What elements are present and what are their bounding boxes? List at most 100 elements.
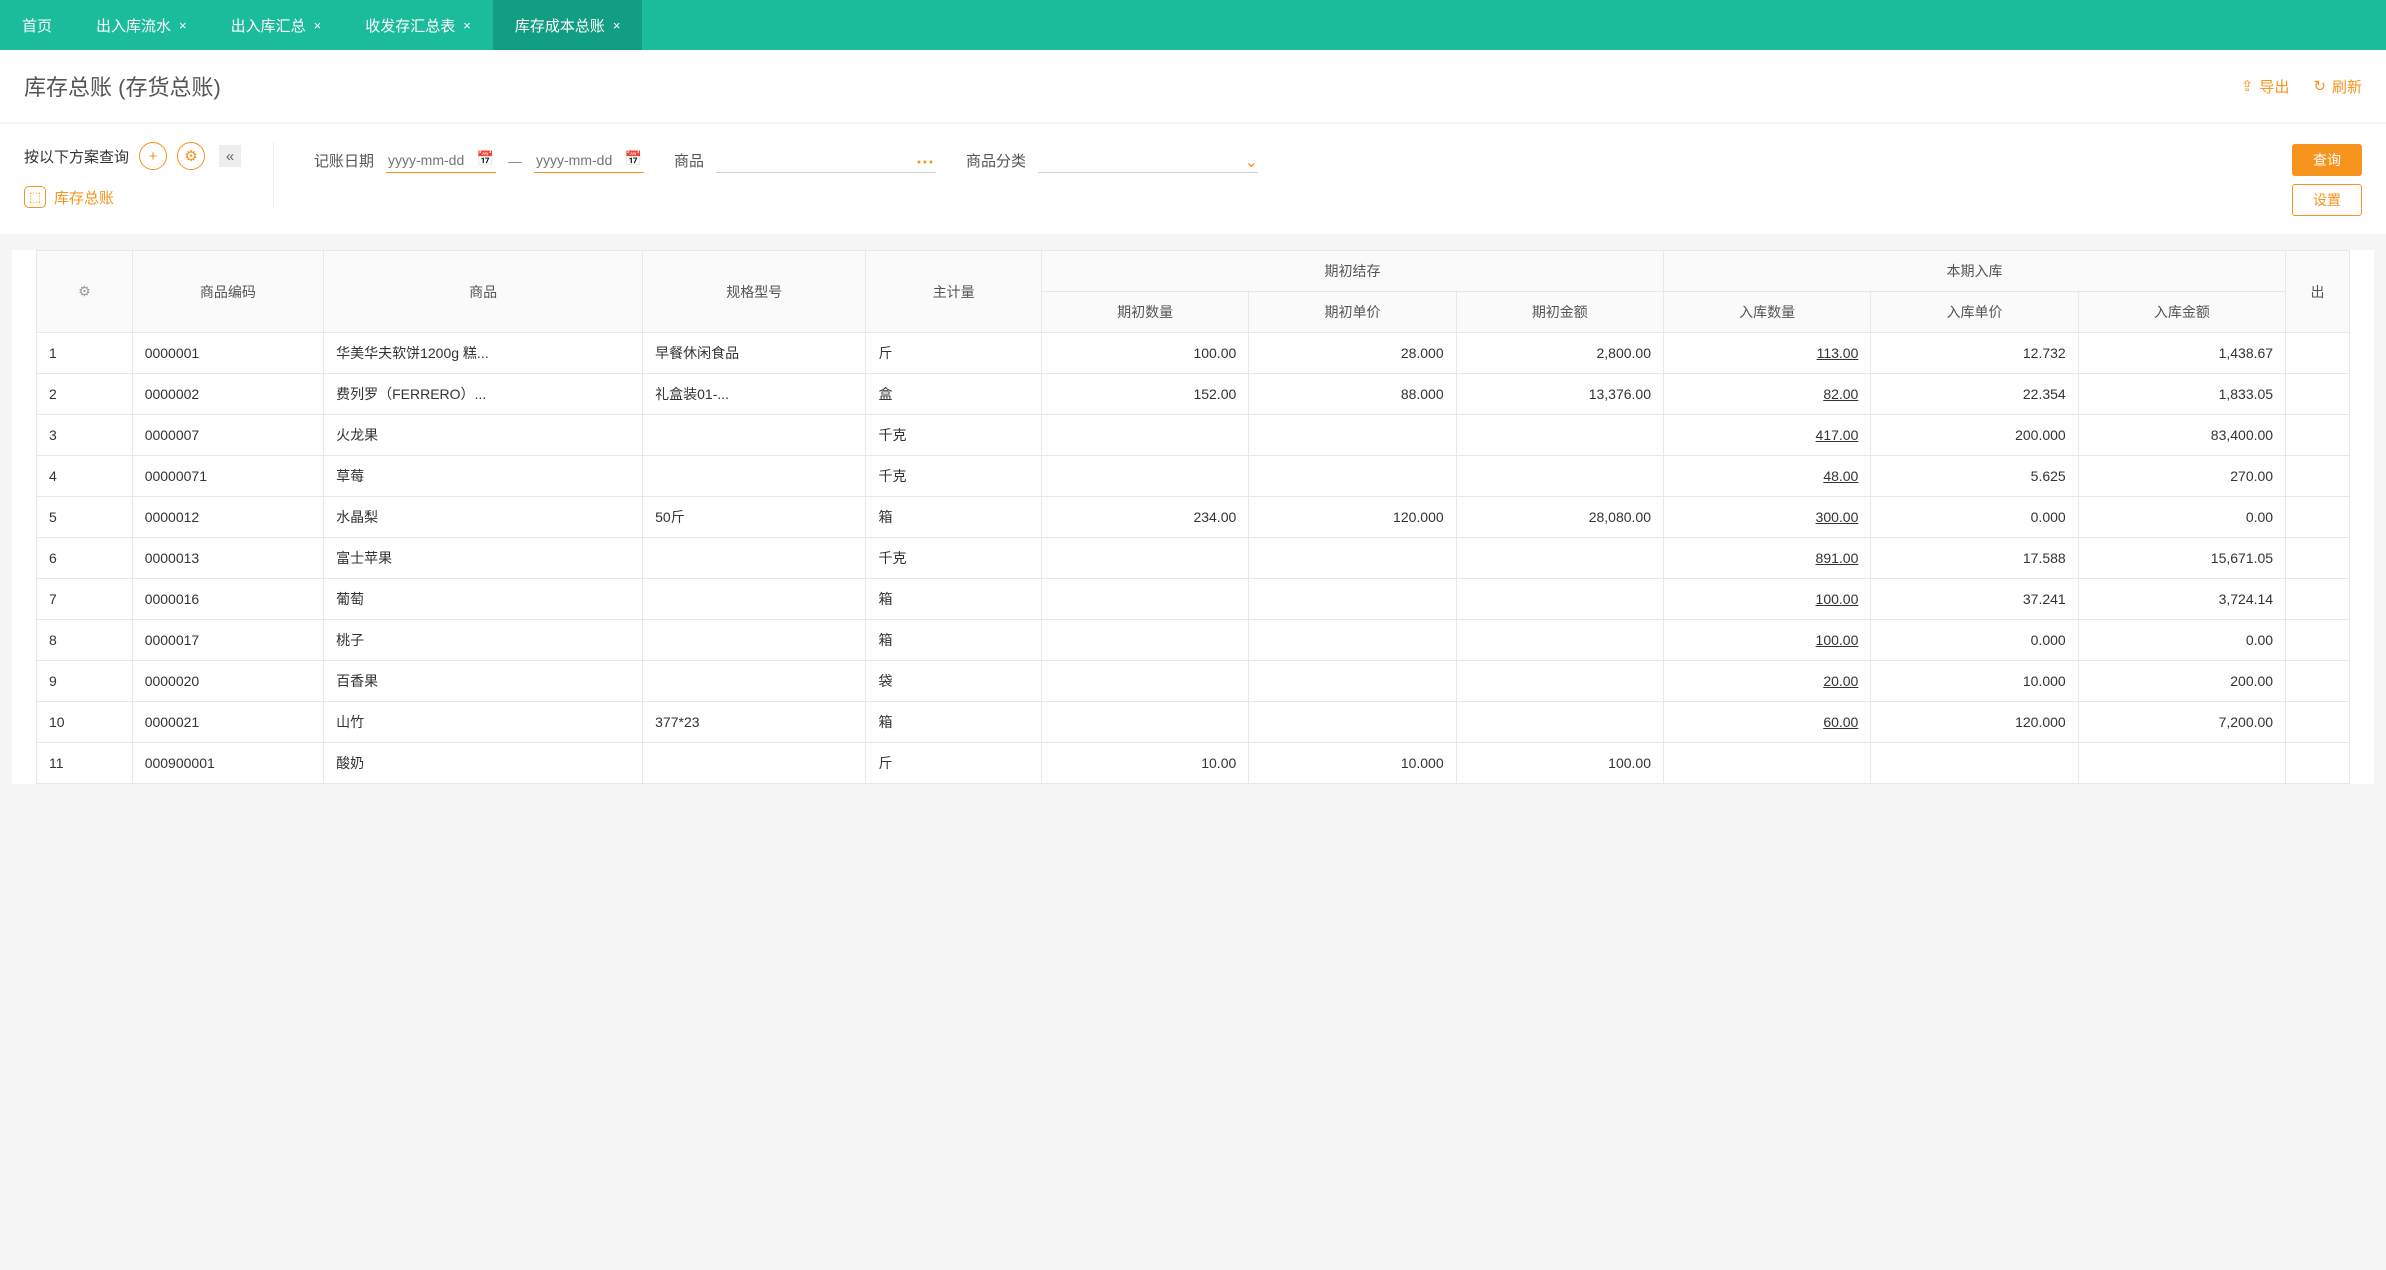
table-row[interactable]: 20000002费列罗（FERRERO）...礼盒装01-...盒152.008… [37, 374, 2350, 415]
cell-opening-qty [1041, 579, 1248, 620]
cell-opening-qty [1041, 538, 1248, 579]
cell-unit: 箱 [866, 497, 1041, 538]
table-row[interactable]: 400000071草莓千克48.005.625270.00 [37, 456, 2350, 497]
cell-opening-price [1249, 456, 1456, 497]
cell-opening-price: 120.000 [1249, 497, 1456, 538]
cell-opening-amount [1456, 661, 1663, 702]
cell-out [2286, 743, 2350, 784]
cell-code: 0000007 [132, 415, 323, 456]
table-row[interactable]: 50000012水晶梨50斤箱234.00120.00028,080.00300… [37, 497, 2350, 538]
cell-in-qty[interactable]: 100.00 [1664, 620, 1871, 661]
table-row[interactable]: 60000013富士苹果千克891.0017.58815,671.05 [37, 538, 2350, 579]
tab-label: 出入库流水 [96, 15, 171, 36]
cell-opening-amount [1456, 415, 1663, 456]
col-opening-qty: 期初数量 [1041, 292, 1248, 333]
tab-label: 首页 [22, 15, 52, 36]
cell-in-qty[interactable]: 60.00 [1664, 702, 1871, 743]
cube-icon: ⬚ [24, 186, 46, 208]
cell-opening-price [1249, 620, 1456, 661]
cell-in-price: 37.241 [1871, 579, 2078, 620]
close-icon[interactable]: × [613, 18, 621, 33]
table-row[interactable]: 11000900001酸奶斤10.0010.000100.00 [37, 743, 2350, 784]
cell-in-qty[interactable]: 20.00 [1664, 661, 1871, 702]
refresh-label: 刷新 [2332, 76, 2362, 97]
schemes-label: 按以下方案查询 [24, 146, 129, 167]
more-icon[interactable]: ⋯ [916, 152, 936, 173]
scheme-settings-button[interactable]: ⚙ [177, 142, 205, 170]
col-opening-price: 期初单价 [1249, 292, 1456, 333]
cell-in-amount: 200.00 [2078, 661, 2285, 702]
date-field-group: 记账日期 📅 — 📅 [314, 148, 644, 173]
export-label: 导出 [2259, 76, 2289, 97]
page-title: 库存总账 (存货总账) [24, 70, 221, 102]
col-in-price: 入库单价 [1871, 292, 2078, 333]
table-row[interactable]: 80000017桃子箱100.000.0000.00 [37, 620, 2350, 661]
cell-product: 桃子 [324, 620, 643, 661]
cell-in-qty[interactable]: 48.00 [1664, 456, 1871, 497]
cell-in-qty[interactable] [1664, 743, 1871, 784]
cell-index: 1 [37, 333, 133, 374]
tab-bar: 首页 出入库流水 × 出入库汇总× 收发存汇总表× 库存成本总账 × [0, 0, 2386, 50]
tab-label: 库存成本总账 [515, 15, 605, 36]
cell-in-qty[interactable]: 100.00 [1664, 579, 1871, 620]
close-icon[interactable]: × [179, 18, 187, 33]
collapse-button[interactable]: « [219, 145, 241, 167]
cell-in-qty[interactable]: 891.00 [1664, 538, 1871, 579]
tab-home[interactable]: 首页 [0, 0, 74, 50]
close-icon[interactable]: × [463, 18, 471, 33]
refresh-button[interactable]: ↻ 刷新 [2313, 76, 2362, 97]
export-button[interactable]: ⇪导出 [2241, 76, 2290, 97]
cell-opening-price [1249, 415, 1456, 456]
cell-spec [643, 661, 866, 702]
cell-in-qty[interactable]: 300.00 [1664, 497, 1871, 538]
table-row[interactable]: 90000020百香果袋20.0010.000200.00 [37, 661, 2350, 702]
cell-product: 水晶梨 [324, 497, 643, 538]
table-row[interactable]: 70000016葡萄箱100.0037.2413,724.14 [37, 579, 2350, 620]
cell-product: 葡萄 [324, 579, 643, 620]
page-header: 库存总账 (存货总账) ⇪导出 ↻ 刷新 [0, 50, 2386, 122]
inventory-table: ⚙ 商品编码 商品 规格型号 主计量 期初结存 本期入库 出 期初数量 期初单价… [36, 250, 2350, 784]
active-scheme[interactable]: ⬚ 库存总账 [24, 186, 259, 208]
tab-inout-flow[interactable]: 出入库流水 × [74, 0, 209, 50]
cell-in-amount: 3,724.14 [2078, 579, 2285, 620]
cell-opening-qty [1041, 415, 1248, 456]
cell-unit: 千克 [866, 456, 1041, 497]
cell-opening-price [1249, 661, 1456, 702]
calendar-icon[interactable]: 📅 [625, 150, 642, 167]
category-input[interactable] [1038, 148, 1258, 173]
cell-in-qty[interactable]: 417.00 [1664, 415, 1871, 456]
cell-spec [643, 620, 866, 661]
close-icon[interactable]: × [314, 18, 322, 33]
cell-index: 4 [37, 456, 133, 497]
cell-unit: 袋 [866, 661, 1041, 702]
active-scheme-label: 库存总账 [54, 187, 114, 208]
query-button[interactable]: 查询 [2292, 144, 2362, 176]
cell-out [2286, 415, 2350, 456]
table-row[interactable]: 10000001华美华夫软饼1200g 糕...早餐休闲食品斤100.0028.… [37, 333, 2350, 374]
table-row[interactable]: 30000007火龙果千克417.00200.00083,400.00 [37, 415, 2350, 456]
calendar-icon[interactable]: 📅 [477, 150, 494, 167]
col-in-qty: 入库数量 [1664, 292, 1871, 333]
tab-receive-send[interactable]: 收发存汇总表× [343, 0, 493, 50]
cell-product: 火龙果 [324, 415, 643, 456]
filter-buttons: 查询 设置 [2292, 142, 2362, 216]
cell-in-price [1871, 743, 2078, 784]
tab-inventory-cost[interactable]: 库存成本总账 × [493, 0, 643, 50]
col-spec: 规格型号 [643, 251, 866, 333]
refresh-icon: ↻ [2313, 77, 2326, 95]
cell-product: 华美华夫软饼1200g 糕... [324, 333, 643, 374]
cell-in-qty[interactable]: 113.00 [1664, 333, 1871, 374]
cell-opening-qty [1041, 702, 1248, 743]
cell-out [2286, 702, 2350, 743]
cell-spec: 早餐休闲食品 [643, 333, 866, 374]
gear-header[interactable]: ⚙ [37, 251, 133, 333]
chevron-down-icon[interactable]: ⌄ [1245, 152, 1258, 172]
cell-spec [643, 743, 866, 784]
cell-unit: 斤 [866, 333, 1041, 374]
tab-inout-summary[interactable]: 出入库汇总× [209, 0, 344, 50]
add-scheme-button[interactable]: + [139, 142, 167, 170]
cell-in-qty[interactable]: 82.00 [1664, 374, 1871, 415]
settings-button[interactable]: 设置 [2292, 184, 2362, 216]
product-input[interactable] [716, 148, 936, 173]
table-row[interactable]: 100000021山竹377*23箱60.00120.0007,200.00 [37, 702, 2350, 743]
